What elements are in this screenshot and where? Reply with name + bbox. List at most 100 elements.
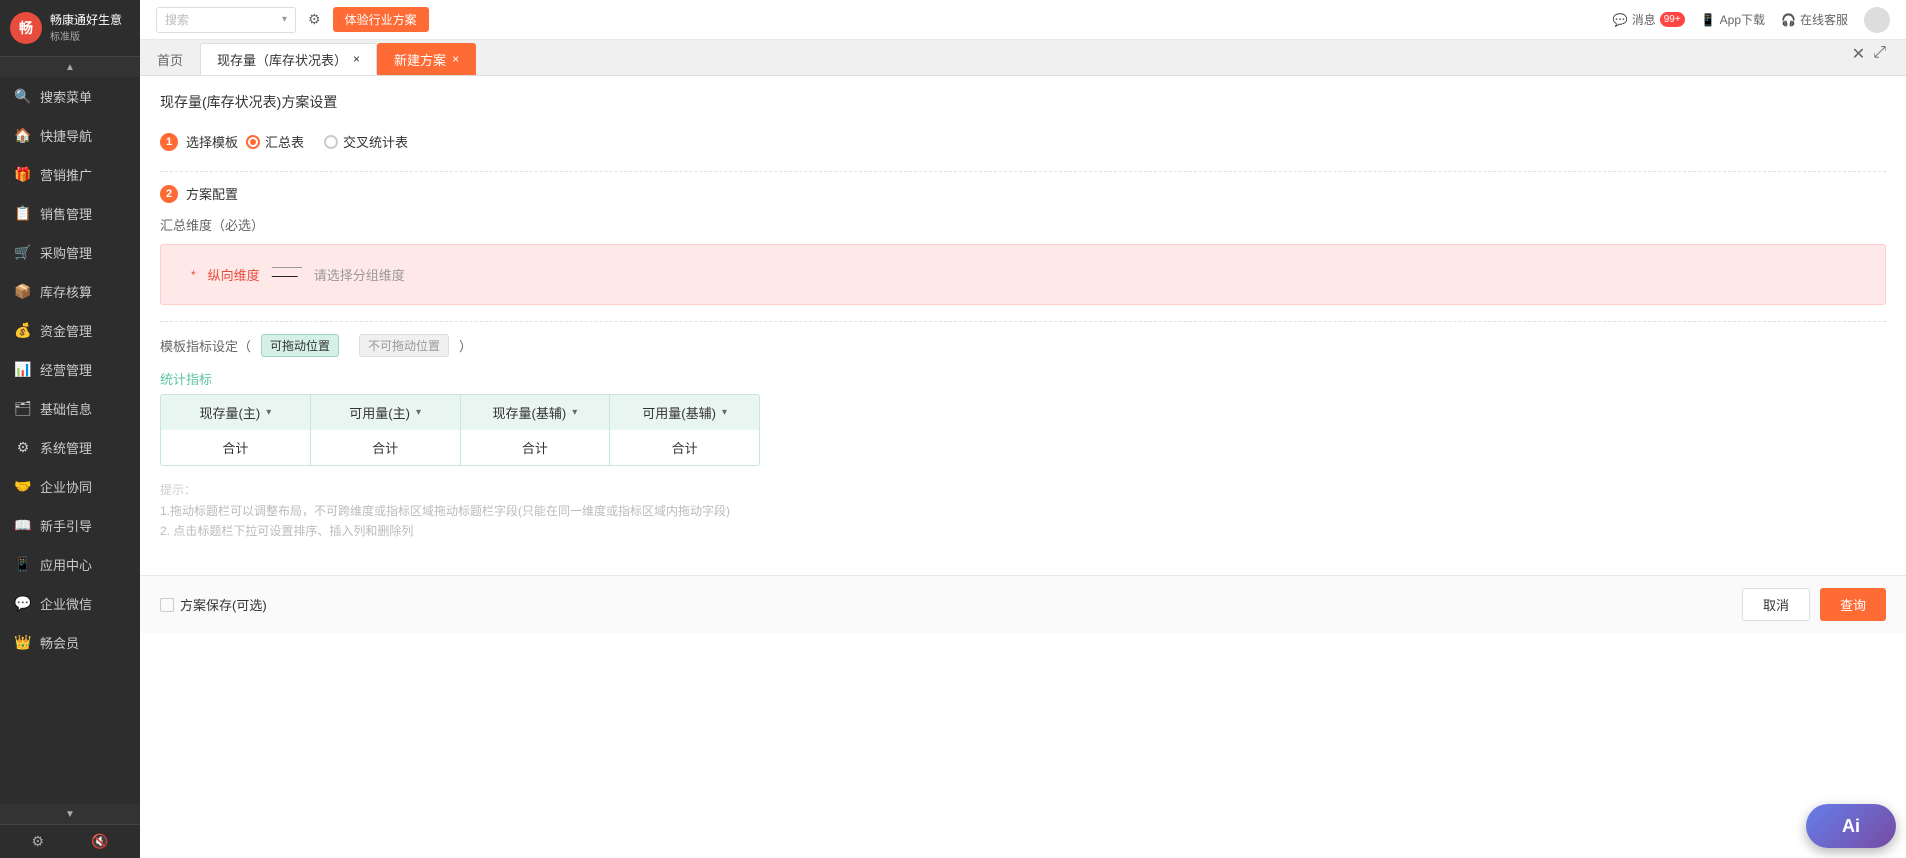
sidebar-item-finance[interactable]: 💰 资金管理 bbox=[0, 311, 140, 350]
gear-icon[interactable]: ⚙ bbox=[308, 11, 321, 28]
sidebar-item-purchase[interactable]: 🛒 采购管理 bbox=[0, 233, 140, 272]
close-window-icon[interactable]: ✕ bbox=[1852, 44, 1865, 64]
window-controls: ✕ ⤢ bbox=[1852, 44, 1886, 64]
sidebar-item-marketing[interactable]: 🎁 营销推广 bbox=[0, 155, 140, 194]
basic-info-icon: 🗂 bbox=[14, 400, 32, 418]
stats-col-arrow-3[interactable]: ▾ bbox=[722, 407, 727, 418]
main-area: 搜索 ▾ ⚙ 体验行业方案 💬 消息 99+ 📱 App下载 🎧 在线客服 bbox=[140, 0, 1906, 858]
radio-cross[interactable]: 交叉统计表 bbox=[324, 132, 408, 151]
stats-body-col-3: 合计 bbox=[610, 430, 759, 465]
online-service-label: 在线客服 bbox=[1800, 11, 1848, 28]
dimension-separator: —— bbox=[272, 267, 302, 283]
marketing-icon: 🎁 bbox=[14, 166, 32, 184]
search-dropdown-arrow[interactable]: ▾ bbox=[282, 14, 287, 25]
header-right: 💬 消息 99+ 📱 App下载 🎧 在线客服 bbox=[1613, 7, 1890, 33]
tips-item-1: 1.拖动标题栏可以调整布局，不可跨维度或指标区域拖动标题栏字段(只能在同一维度或… bbox=[160, 502, 1886, 519]
settings-bottom-icon[interactable]: ⚙ bbox=[32, 833, 45, 850]
sidebar-item-basic-info[interactable]: 🗂 基础信息 bbox=[0, 389, 140, 428]
sidebar-item-search-menu[interactable]: 🔍 搜索菜单 bbox=[0, 77, 140, 116]
save-checkbox[interactable] bbox=[160, 598, 174, 612]
sidebar-label-search-menu: 搜索菜单 bbox=[40, 87, 92, 106]
radio-dot-summary bbox=[246, 135, 260, 149]
tab-new-plan-close[interactable]: × bbox=[452, 52, 459, 66]
config-section: 汇总维度（必选） * 纵向维度 —— 请选择分组维度 模板指标设定（ bbox=[160, 215, 1886, 539]
user-avatar[interactable] bbox=[1864, 7, 1890, 33]
stats-table-body: 合计 合计 合计 合计 bbox=[161, 430, 759, 465]
step2-header: 2 方案配置 bbox=[160, 184, 1886, 203]
stats-col-3[interactable]: 可用量(基辅) ▾ bbox=[610, 395, 759, 430]
stats-title: 统计指标 bbox=[160, 369, 1886, 388]
sidebar-item-system[interactable]: ⚙ 系统管理 bbox=[0, 428, 140, 467]
save-label: 方案保存(可选) bbox=[180, 595, 267, 614]
stats-col-label-2: 现存量(基辅) bbox=[493, 403, 567, 422]
search-box[interactable]: 搜索 ▾ bbox=[156, 7, 296, 33]
sidebar-item-inventory[interactable]: 📦 库存核算 bbox=[0, 272, 140, 311]
app-download-action[interactable]: 📱 App下载 bbox=[1701, 11, 1765, 28]
stats-col-arrow-0[interactable]: ▾ bbox=[266, 407, 271, 418]
dimension-placeholder[interactable]: 请选择分组维度 bbox=[314, 265, 405, 284]
sidebar-label-new-guide: 新手引导 bbox=[40, 516, 92, 535]
top-header: 搜索 ▾ ⚙ 体验行业方案 💬 消息 99+ 📱 App下载 🎧 在线客服 bbox=[140, 0, 1906, 40]
sidebar-label-member: 畅会员 bbox=[40, 633, 79, 652]
tab-new-plan-label: 新建方案 bbox=[394, 50, 446, 69]
stats-col-1[interactable]: 可用量(主) ▾ bbox=[311, 395, 461, 430]
tab-home-label: 首页 bbox=[157, 50, 183, 69]
sidebar-label-app-center: 应用中心 bbox=[40, 555, 92, 574]
stats-col-label-0: 现存量(主) bbox=[200, 403, 261, 422]
dimension-row: * 纵向维度 —— 请选择分组维度 bbox=[191, 265, 1855, 284]
sidebar-logo: 畅 畅康通好生意 标准版 bbox=[0, 0, 140, 57]
sidebar-label-marketing: 营销推广 bbox=[40, 165, 92, 184]
purchase-icon: 🛒 bbox=[14, 244, 32, 262]
stats-col-2[interactable]: 现存量(基辅) ▾ bbox=[461, 395, 611, 430]
sidebar-item-app-center[interactable]: 📱 应用中心 bbox=[0, 545, 140, 584]
expand-window-icon[interactable]: ⤢ bbox=[1873, 44, 1886, 64]
step1-title: 选择模板 bbox=[186, 132, 238, 151]
sidebar-item-quick-nav[interactable]: 🏠 快捷导航 bbox=[0, 116, 140, 155]
save-checkbox-row: 方案保存(可选) bbox=[160, 595, 267, 614]
tab-inventory-close[interactable]: × bbox=[353, 52, 360, 66]
sidebar: 畅 畅康通好生意 标准版 ▲ 🔍 搜索菜单 🏠 快捷导航 🎁 营销推广 📋 销售… bbox=[0, 0, 140, 858]
messages-action[interactable]: 💬 消息 99+ bbox=[1613, 11, 1685, 28]
stats-body-col-2: 合计 bbox=[461, 430, 611, 465]
delete-col-link[interactable]: 删除列 bbox=[377, 524, 413, 538]
radio-summary[interactable]: 汇总表 bbox=[246, 132, 304, 151]
enterprise-icon: 🤝 bbox=[14, 478, 32, 496]
cancel-button[interactable]: 取消 bbox=[1742, 588, 1810, 621]
sidebar-item-enterprise[interactable]: 🤝 企业协同 bbox=[0, 467, 140, 506]
ai-label: Ai bbox=[1842, 816, 1860, 837]
sidebar-scroll-down[interactable]: ▼ bbox=[0, 804, 140, 824]
system-icon: ⚙ bbox=[14, 439, 32, 457]
app-download-icon: 📱 bbox=[1701, 13, 1716, 27]
tab-inventory-status[interactable]: 现存量（库存状况表） × bbox=[200, 43, 377, 75]
indicator-divider bbox=[160, 321, 1886, 322]
tab-home[interactable]: 首页 bbox=[140, 43, 200, 75]
mute-bottom-icon[interactable]: 🔇 bbox=[91, 833, 108, 850]
summary-label: 汇总维度（必选） bbox=[160, 215, 1886, 234]
sidebar-item-enterprise-wx[interactable]: 💬 企业微信 bbox=[0, 584, 140, 623]
step-divider bbox=[160, 171, 1886, 172]
sidebar-item-new-guide[interactable]: 📖 新手引导 bbox=[0, 506, 140, 545]
query-button[interactable]: 查询 bbox=[1820, 588, 1886, 621]
sidebar-item-sales[interactable]: 📋 销售管理 bbox=[0, 194, 140, 233]
online-service-action[interactable]: 🎧 在线客服 bbox=[1781, 11, 1848, 28]
template-options: 汇总表 交叉统计表 bbox=[246, 132, 408, 151]
sidebar-scroll-up[interactable]: ▲ bbox=[0, 57, 140, 77]
app-version: 标准版 bbox=[50, 28, 122, 43]
stats-col-arrow-1[interactable]: ▾ bbox=[416, 407, 421, 418]
fixed-badge: 不可拖动位置 bbox=[359, 334, 449, 357]
stats-col-0[interactable]: 现存量(主) ▾ bbox=[161, 395, 311, 430]
stats-col-label-1: 可用量(主) bbox=[349, 403, 410, 422]
radio-summary-label: 汇总表 bbox=[265, 132, 304, 151]
insert-col-link[interactable]: 插入列 bbox=[329, 524, 365, 538]
tab-new-plan[interactable]: 新建方案 × bbox=[377, 43, 476, 75]
stats-col-arrow-2[interactable]: ▾ bbox=[572, 407, 577, 418]
sidebar-item-operations[interactable]: 📊 经营管理 bbox=[0, 350, 140, 389]
enterprise-wx-icon: 💬 bbox=[14, 595, 32, 613]
sidebar-label-inventory: 库存核算 bbox=[40, 282, 92, 301]
trial-button[interactable]: 体验行业方案 bbox=[333, 7, 429, 32]
ai-bubble[interactable]: Ai bbox=[1806, 804, 1896, 848]
step2-section: 2 方案配置 汇总维度（必选） * 纵向维度 —— 请选择分组维度 bbox=[160, 184, 1886, 539]
stats-table-header: 现存量(主) ▾ 可用量(主) ▾ 现存量(基辅) ▾ bbox=[161, 395, 759, 430]
content-area: 现存量(库存状况表)方案设置 1 选择模板 汇总表 交叉统计表 bbox=[140, 76, 1906, 858]
sidebar-item-member[interactable]: 👑 畅会员 bbox=[0, 623, 140, 662]
